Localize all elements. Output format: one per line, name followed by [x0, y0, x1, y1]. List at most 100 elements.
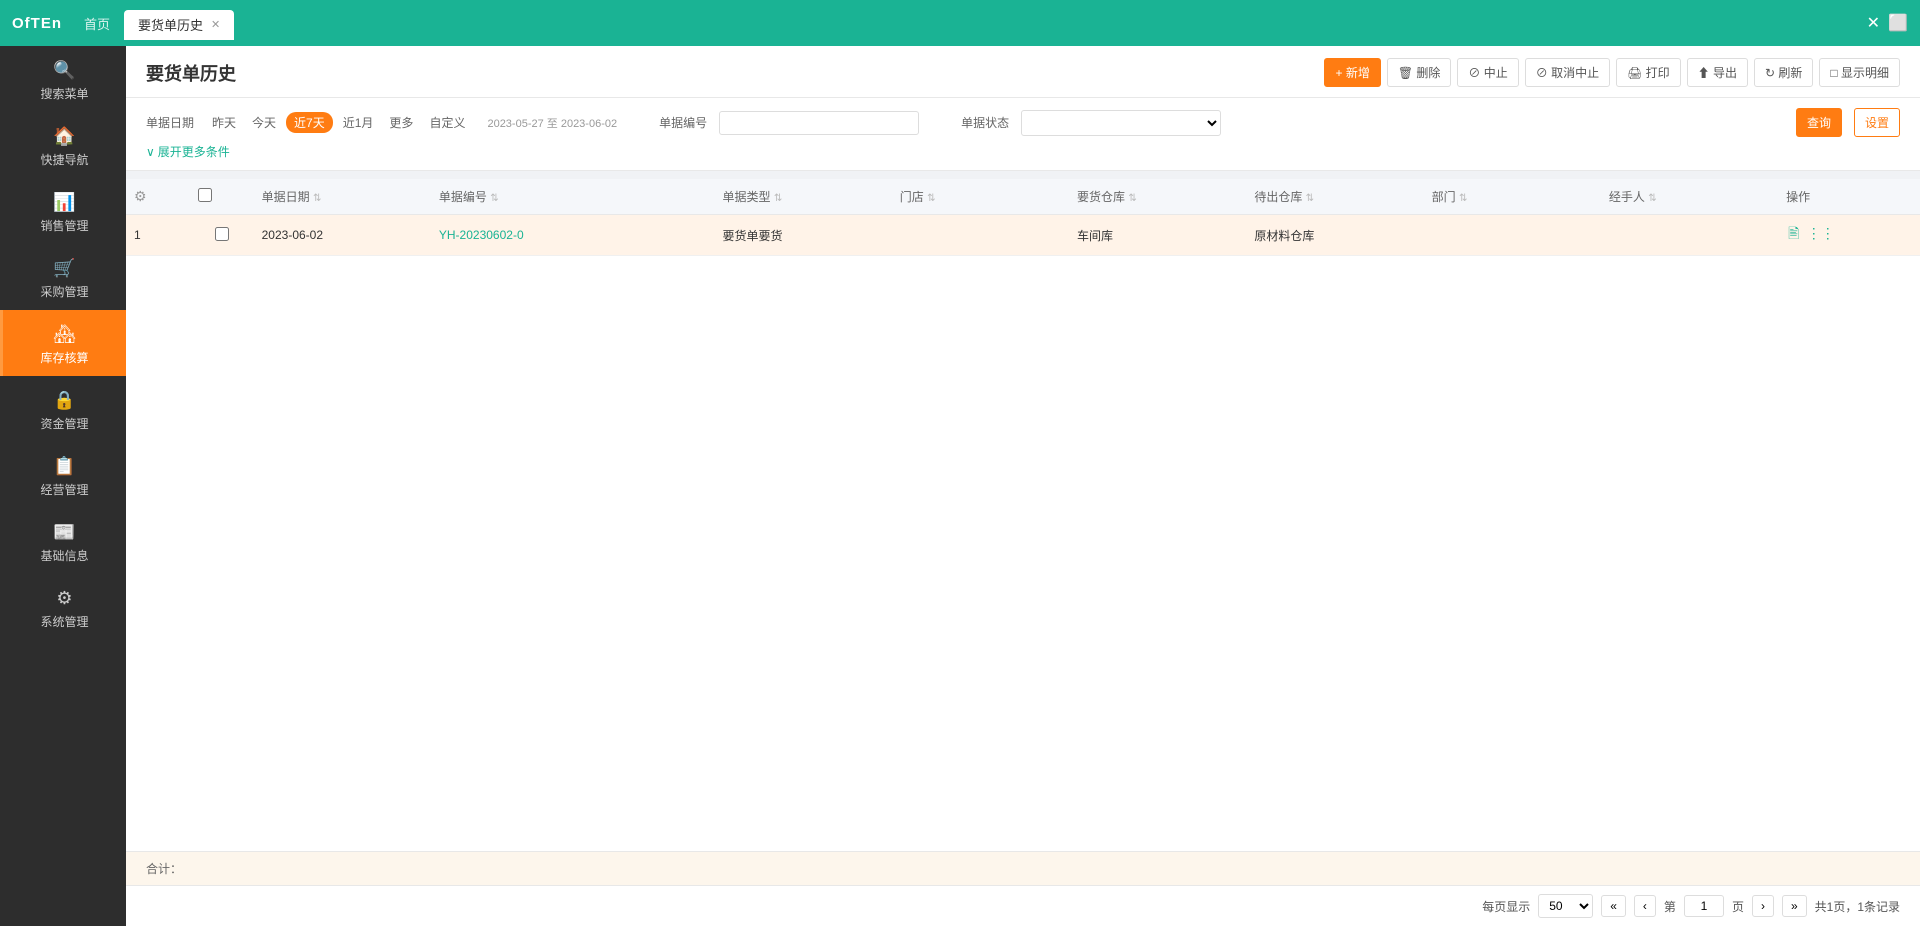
content-area: 要货单历史 + 新增 🗑 删除 ⊘ 中止 ⊘ 取消中止 🖨 打印 ⬆ 导出 ↻ …: [126, 46, 1920, 926]
show-detail-button[interactable]: □ 显示明细: [1819, 58, 1900, 87]
expand-chevron-icon: ∨: [146, 145, 155, 159]
th-date[interactable]: 单据日期 ⇅: [254, 179, 431, 215]
th-store[interactable]: 门店 ⇅: [892, 179, 1069, 215]
page-input[interactable]: [1684, 895, 1724, 917]
tab-bar: 首页 要货单历史 ✕: [70, 6, 1867, 40]
sidebar-item-finance[interactable]: 🔒 资金管理: [0, 376, 126, 442]
bill-no-label: 单据编号: [659, 114, 707, 131]
filter-area: 单据日期 昨天 今天 近7天 近1月 更多 自定义 2023-05-27 至 2…: [126, 98, 1920, 171]
finance-icon: 🔒: [53, 390, 75, 411]
row-store: [892, 215, 1069, 256]
per-page-label: 每页显示: [1482, 898, 1530, 915]
pagination-bar: 每页显示 50 20 100 « ‹ 第 页 › » 共1页，1条记录: [126, 885, 1920, 926]
data-table: ⚙ 单据日期 ⇅ 单据编号 ⇅: [126, 179, 1920, 256]
row-op: 🖹 ⋮⋮: [1778, 215, 1920, 256]
sidebar-item-quick-nav[interactable]: 🏠 快捷导航: [0, 112, 126, 178]
row-view-icon[interactable]: 🖹: [1788, 225, 1799, 241]
sort-store-icon: ⇅: [927, 193, 935, 204]
page-first-btn[interactable]: «: [1601, 895, 1626, 917]
total-info: 共1页，1条记录: [1815, 898, 1900, 915]
top-bar: OfTEn 首页 要货单历史 ✕ ✕ ⬜: [0, 0, 1920, 46]
sort-dept-icon: ⇅: [1459, 193, 1467, 204]
delete-button[interactable]: 🗑 删除: [1387, 58, 1452, 87]
expand-more[interactable]: ∨ 展开更多条件: [146, 143, 1900, 160]
th-type[interactable]: 单据类型 ⇅: [715, 179, 892, 215]
date-btn-yesterday[interactable]: 昨天: [206, 112, 242, 133]
th-handler[interactable]: 经手人 ⇅: [1601, 179, 1778, 215]
row-check[interactable]: [190, 215, 254, 256]
row-type: 要货单要货: [715, 215, 892, 256]
quick-nav-icon: 🏠: [53, 126, 75, 147]
sort-handler-icon: ⇅: [1648, 193, 1656, 204]
main-area: 🔍 搜索菜单 🏠 快捷导航 📊 销售管理 🛒 采购管理 🏘 库存核算 🔒: [0, 46, 1920, 926]
per-page-select[interactable]: 50 20 100: [1538, 894, 1593, 918]
bill-link[interactable]: YH-20230602-0: [439, 228, 524, 242]
sidebar-item-base-info[interactable]: 📰 基础信息: [0, 508, 126, 574]
table-settings-icon[interactable]: ⚙: [134, 188, 147, 204]
status-select[interactable]: [1021, 110, 1221, 136]
tab-bill-history[interactable]: 要货单历史 ✕: [124, 10, 234, 40]
date-btn-more[interactable]: 更多: [383, 112, 419, 133]
settings-button[interactable]: 设置: [1854, 108, 1900, 137]
date-range: 2023-05-27 至 2023-06-02: [487, 115, 617, 131]
refresh-button[interactable]: ↻ 刷新: [1754, 58, 1813, 87]
export-button[interactable]: ⬆ 导出: [1687, 58, 1748, 87]
th-op: 操作: [1778, 179, 1920, 215]
query-button[interactable]: 查询: [1796, 108, 1842, 137]
th-dept[interactable]: 部门 ⇅: [1424, 179, 1601, 215]
page-prev-btn[interactable]: ‹: [1634, 895, 1656, 917]
date-label: 单据日期: [146, 114, 194, 131]
sys-mgmt-icon: ⚙: [56, 588, 72, 609]
base-info-icon: 📰: [53, 522, 75, 543]
th-reqwh[interactable]: 要货仓库 ⇅: [1069, 179, 1246, 215]
th-settings[interactable]: ⚙: [126, 179, 190, 215]
row-date: 2023-06-02: [254, 215, 431, 256]
th-towh[interactable]: 待出仓库 ⇅: [1246, 179, 1423, 215]
sidebar-item-search-menu[interactable]: 🔍 搜索菜单: [0, 46, 126, 112]
sidebar-item-sys-mgmt[interactable]: ⚙ 系统管理: [0, 574, 126, 640]
stop-button[interactable]: ⊘ 中止: [1457, 58, 1518, 87]
sort-towh-icon: ⇅: [1306, 193, 1314, 204]
date-filter-btns: 昨天 今天 近7天 近1月 更多 自定义: [206, 112, 471, 133]
tab-home[interactable]: 首页: [70, 8, 124, 39]
sort-type-icon: ⇅: [774, 193, 782, 204]
toolbar: + 新增 🗑 删除 ⊘ 中止 ⊘ 取消中止 🖨 打印 ⬆ 导出 ↻ 刷新 □ 显…: [1324, 58, 1900, 87]
sidebar-item-purchase-mgmt[interactable]: 🛒 采购管理: [0, 244, 126, 310]
date-btn-1month[interactable]: 近1月: [337, 112, 380, 133]
footer-sum: 合计：: [126, 851, 1920, 885]
row-handler: [1601, 215, 1778, 256]
th-billno[interactable]: 单据编号 ⇅: [431, 179, 715, 215]
cancel-stop-button[interactable]: ⊘ 取消中止: [1525, 58, 1610, 87]
new-button[interactable]: + 新增: [1324, 58, 1380, 87]
row-more-icon[interactable]: ⋮⋮: [1807, 225, 1835, 241]
top-bar-right: ✕ ⬜: [1867, 13, 1908, 33]
sort-billno-icon: ⇅: [490, 193, 498, 204]
ops-mgmt-icon: 📋: [53, 456, 75, 477]
sidebar-item-sales-mgmt[interactable]: 📊 销售管理: [0, 178, 126, 244]
select-all-checkbox[interactable]: [198, 188, 212, 202]
date-btn-7days[interactable]: 近7天: [286, 112, 333, 133]
date-btn-today[interactable]: 今天: [246, 112, 282, 133]
filter-row: 单据日期 昨天 今天 近7天 近1月 更多 自定义 2023-05-27 至 2…: [146, 108, 1900, 137]
page-title-row: 要货单历史 + 新增 🗑 删除 ⊘ 中止 ⊘ 取消中止 🖨 打印 ⬆ 导出 ↻ …: [146, 58, 1900, 97]
tab-close-icon[interactable]: ✕: [211, 18, 220, 31]
status-label: 单据状态: [961, 114, 1009, 131]
page-end-label: 页: [1732, 898, 1744, 915]
purchase-mgmt-icon: 🛒: [53, 258, 75, 279]
window-maximize-icon[interactable]: ⬜: [1888, 13, 1908, 33]
bill-no-input[interactable]: [719, 111, 919, 135]
date-btn-custom[interactable]: 自定义: [423, 112, 471, 133]
row-num: 1: [126, 215, 190, 256]
sales-mgmt-icon: 📊: [53, 192, 75, 213]
table-header-row: ⚙ 单据日期 ⇅ 单据编号 ⇅: [126, 179, 1920, 215]
print-button[interactable]: 🖨 打印: [1616, 58, 1681, 87]
row-towh: 原材料仓库: [1246, 215, 1423, 256]
window-close-icon[interactable]: ✕: [1867, 13, 1880, 33]
sort-reqwh-icon: ⇅: [1128, 193, 1136, 204]
sidebar-item-inventory[interactable]: 🏘 库存核算: [0, 310, 126, 376]
page-last-btn[interactable]: »: [1782, 895, 1807, 917]
sidebar-item-ops-mgmt[interactable]: 📋 经营管理: [0, 442, 126, 508]
row-billno: YH-20230602-0: [431, 215, 715, 256]
page-next-btn[interactable]: ›: [1752, 895, 1774, 917]
table-row: 1 2023-06-02 YH-20230602-0 要货单要货 车间库 原材料…: [126, 215, 1920, 256]
